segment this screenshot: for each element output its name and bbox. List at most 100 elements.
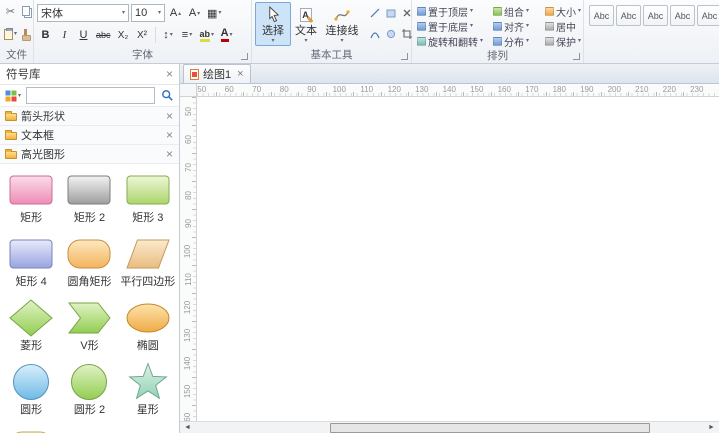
- rectangle-tool-button[interactable]: [382, 4, 399, 22]
- gallery-icon: [5, 90, 17, 102]
- arrange-dialog-launcher-icon[interactable]: [573, 53, 580, 60]
- symbol-search-input[interactable]: [26, 87, 155, 104]
- italic-button[interactable]: I: [56, 26, 73, 44]
- strikethrough-button[interactable]: abc: [94, 26, 113, 44]
- size-button[interactable]: 大小▾: [543, 4, 585, 18]
- superscript-button[interactable]: X²: [134, 26, 151, 44]
- rotate-flip-button[interactable]: 旋转和翻转▾: [415, 34, 489, 48]
- group-button[interactable]: 组合▾: [491, 4, 541, 18]
- horizontal-scrollbar[interactable]: ◄ ►: [180, 421, 719, 433]
- shape-item[interactable]: 椭圆: [119, 296, 177, 357]
- ellipse-tool-button[interactable]: [382, 25, 399, 43]
- underline-button[interactable]: U: [75, 26, 92, 44]
- button-label: 置于顶层: [428, 4, 468, 18]
- format-painter-button[interactable]: [17, 25, 34, 43]
- shape-style-button[interactable]: Abc: [589, 5, 614, 26]
- canvas-area: 绘图1 × 5060708090100110120130140150160170…: [180, 64, 719, 433]
- shape-item[interactable]: 矩形: [2, 168, 60, 229]
- borders-button[interactable]: ▦▾: [205, 4, 223, 22]
- search-button[interactable]: [158, 87, 176, 105]
- shape-label: V形: [80, 340, 98, 353]
- ruler-number: 150: [463, 84, 491, 96]
- ruler-number: 120: [180, 293, 196, 321]
- section-close-icon[interactable]: ×: [166, 110, 173, 122]
- shape-style-button[interactable]: Abc: [670, 5, 695, 26]
- shape-item[interactable]: 矩形 2: [60, 168, 118, 229]
- shape-item[interactable]: 圆角矩形: [60, 232, 118, 293]
- connector-tool-icon: [334, 5, 350, 24]
- library-section-text-box[interactable]: 文本框 ×: [0, 126, 179, 145]
- scroll-left-icon[interactable]: ◄: [181, 422, 194, 433]
- arc-tool-button[interactable]: [366, 25, 383, 43]
- basic-tools-dialog-launcher-icon[interactable]: [401, 53, 408, 60]
- shape-item[interactable]: 圆形: [2, 360, 60, 421]
- shape-item[interactable]: [60, 424, 118, 433]
- shape-item[interactable]: 圆形 2: [60, 360, 118, 421]
- shape-item[interactable]: 星形: [119, 360, 177, 421]
- tab-close-icon[interactable]: ×: [237, 68, 243, 80]
- line-spacing-button[interactable]: ↕▾: [160, 26, 177, 44]
- shape-item[interactable]: 平行四边形: [119, 232, 177, 293]
- drawing-canvas[interactable]: [197, 97, 719, 421]
- font-family-select[interactable]: 宋体 ▾: [37, 4, 129, 22]
- send-to-back-button[interactable]: 置于底层▾: [415, 19, 489, 33]
- shape-label: 矩形: [20, 212, 42, 225]
- ruler-number: 60: [180, 125, 196, 153]
- drawing-tab[interactable]: 绘图1 ×: [183, 64, 251, 83]
- font-color-button[interactable]: A▾: [218, 26, 235, 44]
- shape-item[interactable]: [2, 424, 60, 433]
- section-close-icon[interactable]: ×: [166, 148, 173, 160]
- shape-item[interactable]: V形: [60, 296, 118, 357]
- shrink-font-button[interactable]: A▾: [186, 4, 203, 22]
- scrollbar-thumb[interactable]: [330, 423, 650, 433]
- font-size-select[interactable]: 10 ▾: [131, 4, 165, 22]
- grow-font-button[interactable]: A▴: [167, 4, 184, 22]
- line-tool-button[interactable]: [366, 4, 383, 22]
- document-tabbar: 绘图1 ×: [180, 64, 719, 84]
- shape-item[interactable]: 菱形: [2, 296, 60, 357]
- search-icon: [161, 89, 174, 102]
- shape-thumbnail: [7, 168, 55, 212]
- font-color-icon: A: [221, 28, 229, 42]
- copy-button[interactable]: [17, 2, 34, 20]
- ruler-number: 160: [180, 405, 196, 421]
- library-section-arrow-shapes[interactable]: 箭头形状 ×: [0, 107, 179, 126]
- connector-tool-button[interactable]: 连接线 ▾: [321, 2, 363, 46]
- send-to-back-icon: [417, 22, 426, 31]
- library-section-highlight-shapes[interactable]: 高光图形 ×: [0, 145, 179, 164]
- dropdown-arrow-icon: ▾: [211, 32, 214, 38]
- font-dialog-launcher-icon[interactable]: [241, 53, 248, 60]
- library-gallery-button[interactable]: ▾: [3, 87, 23, 105]
- dropdown-arrow-icon: ▾: [122, 10, 125, 16]
- subscript-button[interactable]: X₂: [115, 26, 132, 44]
- ribbon-group-label-styles: [584, 49, 719, 63]
- dropdown-arrow-icon: ▾: [170, 32, 173, 38]
- align-button[interactable]: 对齐▾: [491, 19, 541, 33]
- text-highlight-button[interactable]: ab▾: [198, 26, 217, 44]
- cut-icon: ✂: [6, 5, 15, 18]
- distribute-button[interactable]: 分布▾: [491, 34, 541, 48]
- shape-style-button[interactable]: Abc: [643, 5, 668, 26]
- panel-close-icon[interactable]: ×: [166, 68, 173, 80]
- protect-button[interactable]: 保护▾: [543, 34, 585, 48]
- ruler-number: 180: [546, 84, 574, 96]
- select-tool-button[interactable]: 选择 ▾: [255, 2, 291, 46]
- shape-label: 圆形 2: [74, 404, 105, 417]
- line-spacing-icon: ↕: [163, 29, 169, 41]
- shape-item[interactable]: 矩形 4: [2, 232, 60, 293]
- shape-style-button[interactable]: Abc: [697, 5, 719, 26]
- scroll-right-icon[interactable]: ►: [705, 422, 718, 433]
- text-tool-button[interactable]: A 文本 ▾: [291, 2, 321, 46]
- bold-button[interactable]: B: [37, 26, 54, 44]
- center-button[interactable]: 居中: [543, 19, 585, 33]
- bullet-list-button[interactable]: ≡▾: [179, 26, 196, 44]
- group-icon: [493, 7, 502, 16]
- shape-thumbnail: [124, 360, 172, 404]
- text-tool-label: 文本: [295, 25, 317, 37]
- bring-to-front-button[interactable]: 置于顶层▾: [415, 4, 489, 18]
- section-close-icon[interactable]: ×: [166, 129, 173, 141]
- dropdown-arrow-icon: ▾: [304, 38, 307, 44]
- bring-to-front-icon: [417, 7, 426, 16]
- shape-style-button[interactable]: Abc: [616, 5, 641, 26]
- shape-item[interactable]: 矩形 3: [119, 168, 177, 229]
